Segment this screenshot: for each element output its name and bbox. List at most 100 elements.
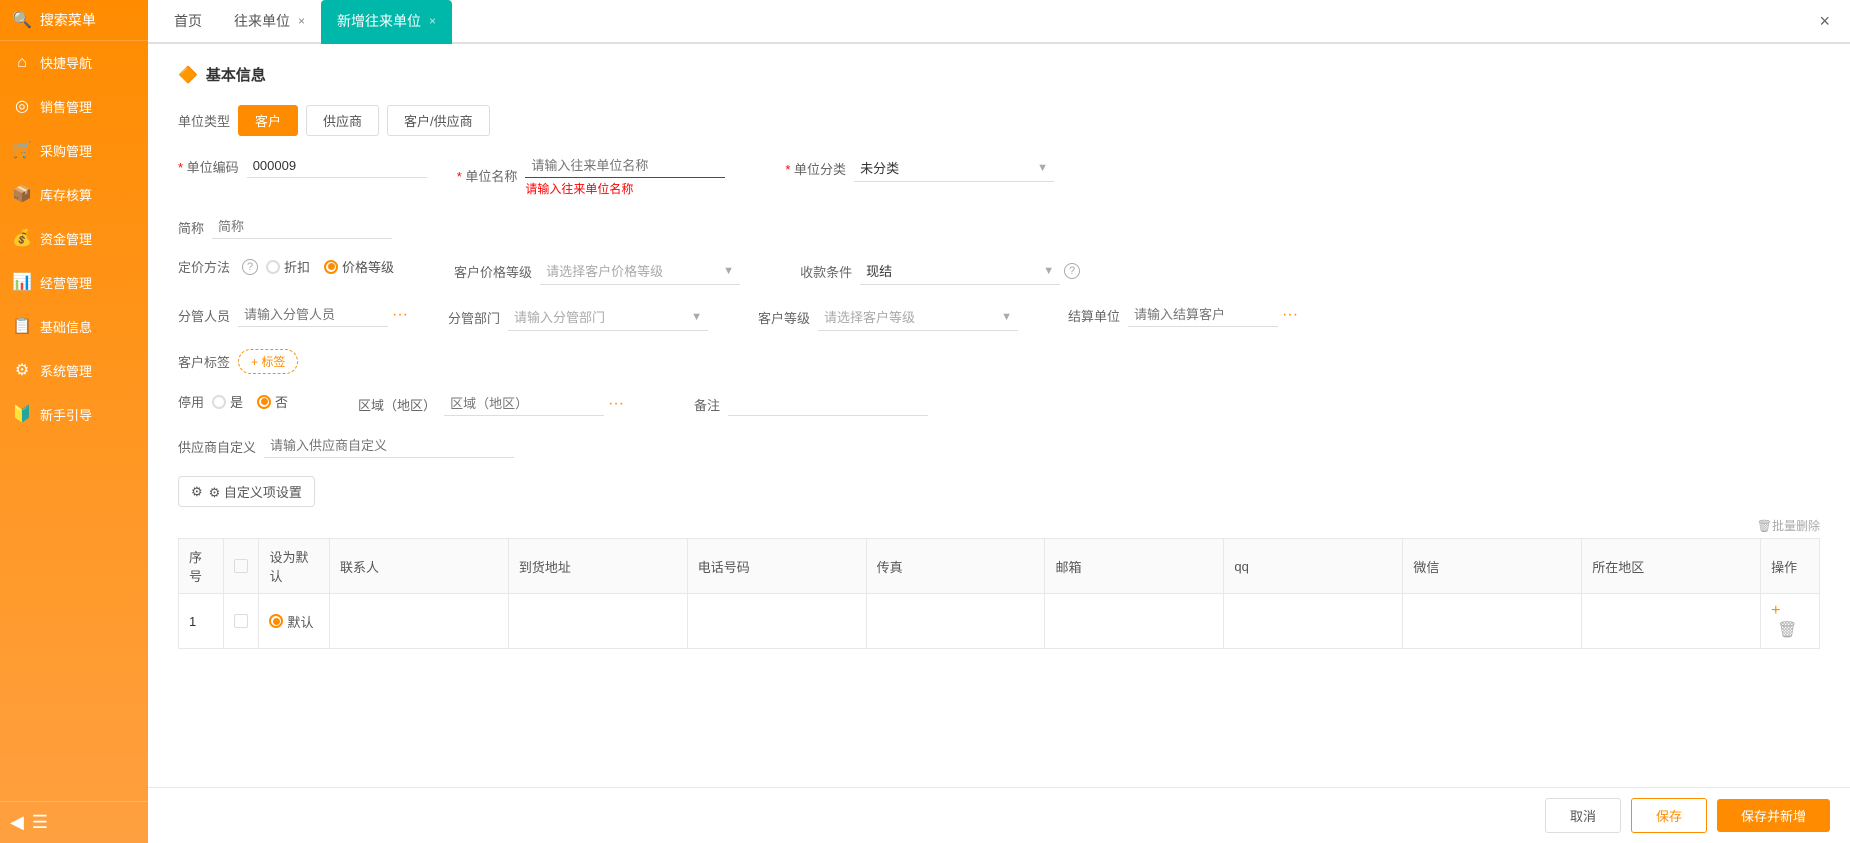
cell-address[interactable] [508, 594, 687, 649]
radio-yes[interactable]: 是 [212, 392, 243, 411]
form-footer: 取消 保存 保存并新增 [148, 787, 1850, 843]
tab-new-partner[interactable]: 新增往来单位 × [321, 0, 452, 44]
sidebar-item-guide[interactable]: 🔰 新手引导 [0, 392, 148, 436]
unit-category-select[interactable]: 未分类 ▼ [854, 154, 1054, 182]
cell-region[interactable] [1582, 594, 1761, 649]
customer-price-level-label: 客户价格等级 [454, 262, 532, 281]
payment-terms-label: 收款条件 [800, 262, 852, 281]
wechat-input[interactable] [1413, 614, 1571, 629]
sidebar-collapse-btn[interactable]: ◀ [10, 812, 24, 833]
radio-no[interactable]: 否 [257, 392, 288, 411]
disabled-radios: 是 否 [212, 392, 288, 411]
sidebar-item-system[interactable]: ⚙ 系统管理 [0, 348, 148, 392]
customer-price-level-select[interactable]: 请选择客户价格等级 ▼ [540, 257, 740, 285]
payment-terms-select[interactable]: 现结 ▼ [860, 257, 1060, 285]
sidebar-bottom: ◀ ☰ [0, 801, 148, 843]
supplier-custom-input[interactable] [264, 434, 514, 458]
radio-no-circle [257, 395, 271, 409]
disabled-region-row: 停用 是 否 区域（地区） ··· 备注 [178, 392, 1820, 416]
unit-category-value: 未分类 [860, 158, 1033, 177]
col-fax: 传真 [866, 539, 1045, 594]
system-icon: ⚙ [12, 360, 32, 380]
manager-label: 分管人员 [178, 306, 230, 325]
manager-input[interactable] [238, 303, 388, 327]
region-label: 区域（地区） [358, 395, 436, 414]
customer-level-select[interactable]: 请选择客户等级 ▼ [818, 303, 1018, 331]
cell-contact[interactable] [330, 594, 509, 649]
sidebar-item-finance[interactable]: 💰 资金管理 [0, 216, 148, 260]
manager-more-btn[interactable]: ··· [392, 306, 408, 324]
region-input2[interactable] [1592, 614, 1750, 629]
address-input[interactable] [519, 614, 677, 629]
col-index: 序号 [179, 539, 224, 594]
basic-icon: 📋 [12, 316, 32, 336]
row-checkbox[interactable] [234, 614, 248, 628]
fax-input[interactable] [877, 614, 1035, 629]
tab-new-partner-close[interactable]: × [429, 14, 436, 28]
email-input[interactable] [1055, 614, 1213, 629]
department-select[interactable]: 请输入分管部门 ▼ [508, 303, 708, 331]
save-button[interactable]: 保存 [1631, 798, 1707, 833]
cell-qq[interactable] [1224, 594, 1403, 649]
cell-phone[interactable] [687, 594, 866, 649]
batch-delete-btn[interactable]: 🗑 批量删除 [178, 517, 1820, 534]
sidebar-search[interactable]: 🔍 搜索菜单 [0, 0, 148, 41]
note-input[interactable] [728, 392, 928, 416]
radio-default-label: 默认 [287, 612, 313, 631]
sales-icon: ◎ [12, 96, 32, 116]
cancel-button[interactable]: 取消 [1545, 798, 1621, 833]
radio-price-level[interactable]: 价格等级 [324, 257, 394, 276]
short-name-group: 简称 [178, 215, 392, 239]
sidebar-item-sales[interactable]: ◎ 销售管理 [0, 84, 148, 128]
tab-partners-close[interactable]: × [298, 14, 305, 28]
cell-email[interactable] [1045, 594, 1224, 649]
gear-icon: ⚙ [191, 484, 203, 500]
cell-fax[interactable] [866, 594, 1045, 649]
contact-input[interactable] [340, 614, 498, 629]
unit-name-input[interactable] [525, 154, 725, 178]
radio-discount[interactable]: 折扣 [266, 257, 310, 276]
unit-type-label: 单位类型 [178, 111, 230, 130]
sidebar-item-basic[interactable]: 📋 基础信息 [0, 304, 148, 348]
sidebar-item-operations[interactable]: 📊 经营管理 [0, 260, 148, 304]
sidebar-item-label: 新手引导 [40, 405, 92, 424]
unit-btn-both[interactable]: 客户/供应商 [387, 105, 490, 136]
qq-input[interactable] [1234, 614, 1392, 629]
code-name-category-row: 单位编码 单位名称 请输入往来单位名称 单位分类 未分类 ▼ [178, 154, 1820, 197]
sidebar-item-quick-nav[interactable]: ⌂ 快捷导航 [0, 41, 148, 84]
sidebar-item-purchase[interactable]: 🛒 采购管理 [0, 128, 148, 172]
region-more-btn[interactable]: ··· [608, 395, 624, 413]
table-del-row-btn[interactable]: 🗑 [1777, 622, 1797, 639]
payment-terms-help-icon[interactable]: ? [1064, 263, 1080, 279]
col-region: 所在地区 [1582, 539, 1761, 594]
radio-no-label: 否 [275, 392, 288, 411]
unit-btn-supplier[interactable]: 供应商 [306, 105, 379, 136]
customer-level-label: 客户等级 [758, 308, 810, 327]
unit-code-input[interactable] [247, 154, 427, 178]
settlement-unit-input[interactable] [1128, 303, 1278, 327]
window-close-btn[interactable]: × [1809, 11, 1840, 32]
add-tag-btn[interactable]: + 标签 [238, 349, 298, 374]
tab-partners[interactable]: 往来单位 × [218, 0, 321, 44]
settlement-unit-group: 结算单位 ··· [1068, 303, 1298, 327]
home-icon: ⌂ [12, 54, 32, 72]
table-add-row-btn[interactable]: + [1771, 602, 1780, 619]
cell-wechat[interactable] [1403, 594, 1582, 649]
inventory-icon: 📦 [12, 184, 32, 204]
select-all-checkbox[interactable] [234, 559, 248, 573]
short-name-input[interactable] [212, 215, 392, 239]
phone-input[interactable] [698, 614, 856, 629]
settlement-unit-more-btn[interactable]: ··· [1282, 306, 1298, 324]
unit-name-error: 请输入往来单位名称 [525, 180, 725, 197]
unit-btn-customer[interactable]: 客户 [238, 105, 298, 136]
custom-settings-btn[interactable]: ⚙ ⚙ 自定义项设置 [178, 476, 315, 507]
customer-price-level-group: 客户价格等级 请选择客户价格等级 ▼ [454, 257, 740, 285]
sidebar-expand-btn[interactable]: ☰ [32, 812, 48, 833]
radio-discount-label: 折扣 [284, 257, 310, 276]
tab-home[interactable]: 首页 [158, 0, 218, 44]
sidebar-item-inventory[interactable]: 📦 库存核算 [0, 172, 148, 216]
region-input[interactable] [444, 392, 604, 416]
pricing-help-icon[interactable]: ? [242, 259, 258, 275]
radio-default[interactable]: 默认 [269, 612, 319, 631]
save-and-new-button[interactable]: 保存并新增 [1717, 799, 1830, 832]
